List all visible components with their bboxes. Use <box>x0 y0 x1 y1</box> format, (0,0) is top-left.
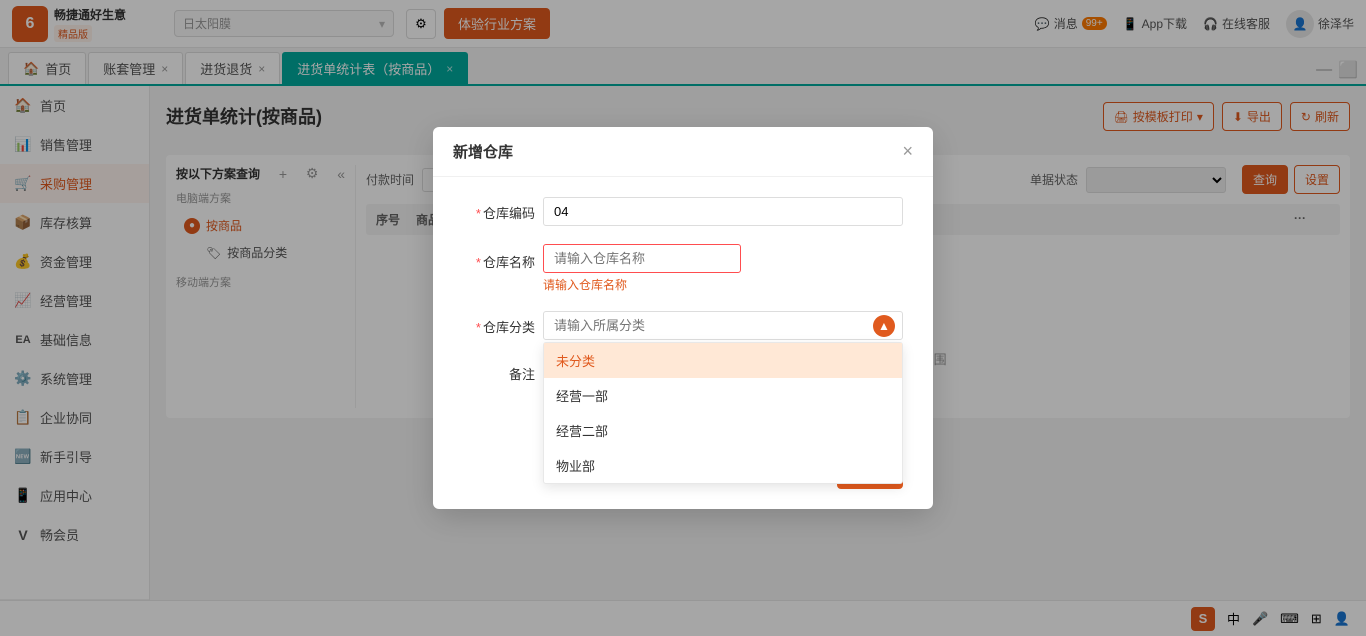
dialog-close-button[interactable]: × <box>902 141 913 162</box>
dialog-header: 新增仓库 × <box>433 127 933 177</box>
name-input[interactable] <box>543 244 741 273</box>
category-input[interactable] <box>543 311 903 340</box>
dialog-body: 仓库编码 仓库名称 请输入仓库名称 仓库分类 ▲ 未分类 <box>433 177 933 456</box>
code-input[interactable] <box>543 197 903 226</box>
dialog-title: 新增仓库 <box>453 141 513 162</box>
name-label: 仓库名称 <box>463 246 543 271</box>
dropdown-item-3[interactable]: 物业部 <box>544 448 902 483</box>
dropdown-item-0[interactable]: 未分类 <box>544 343 902 378</box>
form-row-name: 仓库名称 请输入仓库名称 <box>463 244 903 293</box>
form-row-code: 仓库编码 <box>463 197 903 226</box>
category-dropdown: 未分类 经营一部 经营二部 物业部 <box>543 342 903 484</box>
category-label: 仓库分类 <box>463 311 543 336</box>
category-arrow-icon[interactable]: ▲ <box>873 315 895 337</box>
form-row-category: 仓库分类 ▲ 未分类 经营一部 经营二部 物业部 <box>463 311 903 340</box>
category-select-wrap: ▲ 未分类 经营一部 经营二部 物业部 <box>543 311 903 340</box>
new-warehouse-dialog: 新增仓库 × 仓库编码 仓库名称 请输入仓库名称 仓库分类 <box>433 127 933 509</box>
name-error-msg: 请输入仓库名称 <box>543 276 627 293</box>
dropdown-item-2[interactable]: 经营二部 <box>544 413 902 448</box>
note-label: 备注 <box>463 358 543 383</box>
modal-overlay: 新增仓库 × 仓库编码 仓库名称 请输入仓库名称 仓库分类 <box>0 0 1366 636</box>
dropdown-item-1[interactable]: 经营一部 <box>544 378 902 413</box>
code-label: 仓库编码 <box>463 197 543 222</box>
